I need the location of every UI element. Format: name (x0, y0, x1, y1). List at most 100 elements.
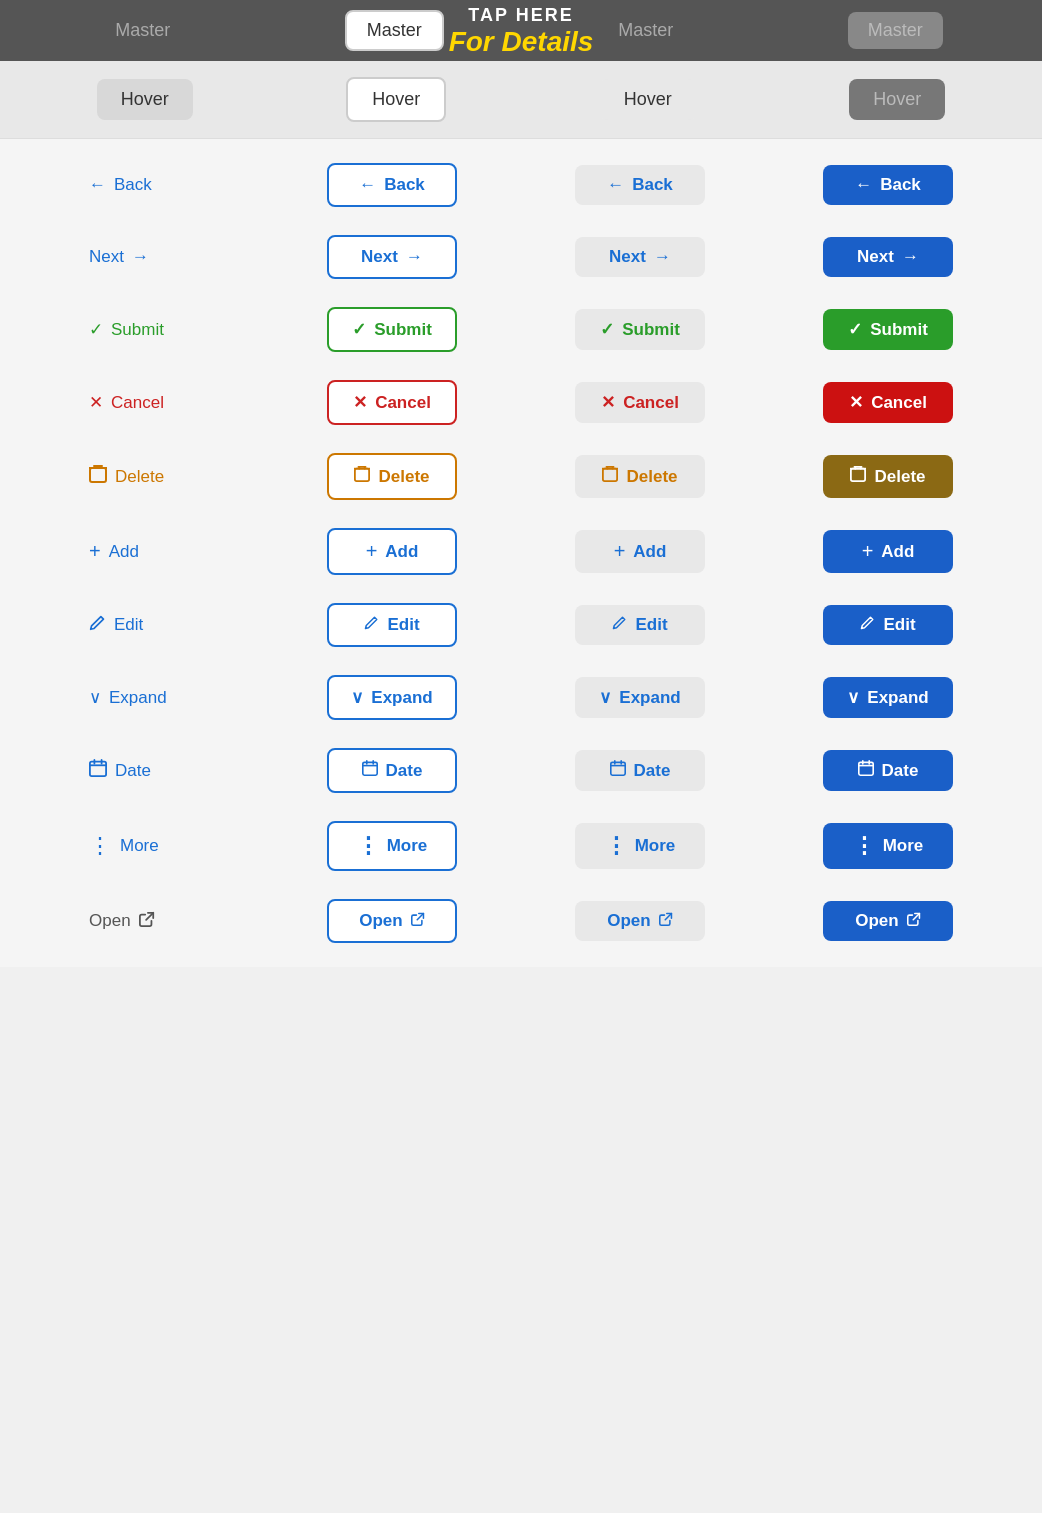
submit-check-icon-gray: ✓ (600, 319, 614, 340)
expand-gray-btn[interactable]: ∨ Expand (575, 677, 705, 718)
for-details-text: For Details (449, 26, 594, 58)
svg-rect-32 (858, 762, 872, 775)
edit-filled-btn[interactable]: Edit (823, 605, 953, 645)
submit-check-icon-outline: ✓ (352, 319, 366, 340)
edit-pencil-icon-filled (860, 615, 875, 635)
master-plain-3: Master (602, 12, 689, 49)
open-external-icon-filled (907, 911, 921, 931)
hover-gray[interactable]: Hover (600, 79, 696, 120)
back-arrow-icon-outline: ← (359, 175, 376, 195)
delete-filled-btn[interactable]: Delete (823, 455, 953, 498)
expand-chevron-icon-gray: ∨ (599, 687, 611, 708)
delete-trash-icon-filled (850, 465, 866, 488)
expand-plain: ∨ Expand (89, 677, 209, 718)
open-external-icon-outline (411, 911, 425, 931)
cancel-x-icon-plain: ✕ (89, 392, 103, 413)
date-outline-btn[interactable]: Date (327, 748, 457, 793)
back-arrow-icon-filled: ← (855, 175, 872, 195)
add-plus-icon-plain: + (89, 540, 101, 563)
master-outline-2[interactable]: Master (345, 10, 444, 51)
more-filled-btn[interactable]: ⋮ More (823, 823, 953, 869)
cancel-filled-btn[interactable]: ✕ Cancel (823, 382, 953, 423)
add-outline-btn[interactable]: + Add (327, 528, 457, 575)
svg-rect-28 (610, 762, 624, 775)
expand-outline-btn[interactable]: ∨ Expand (327, 675, 457, 720)
delete-trash-icon-gray (602, 465, 618, 488)
add-gray-btn[interactable]: + Add (575, 530, 705, 573)
cancel-gray-btn[interactable]: ✕ Cancel (575, 382, 705, 423)
more-gray-btn[interactable]: ⋮ More (575, 823, 705, 869)
next-gray-btn[interactable]: Next → (575, 237, 705, 277)
back-outline-btn[interactable]: ← Back (327, 163, 457, 207)
hover-plain[interactable]: Hover (97, 79, 193, 120)
tap-here-text: TAP HERE (449, 5, 594, 26)
cancel-outline-btn[interactable]: ✕ Cancel (327, 380, 457, 425)
back-filled-btn[interactable]: ← Back (823, 165, 953, 205)
open-outline-btn[interactable]: Open (327, 899, 457, 943)
add-plain: + Add (89, 530, 209, 573)
more-outline-btn[interactable]: ⋮ More (327, 821, 457, 871)
master-filled-4[interactable]: Master (848, 12, 943, 49)
date-filled-btn[interactable]: Date (823, 750, 953, 791)
back-arrow-icon-gray: ← (607, 175, 624, 195)
date-gray-btn[interactable]: Date (575, 750, 705, 791)
add-plus-icon-gray: + (614, 540, 626, 563)
hover-row: Hover Hover Hover Hover (0, 61, 1042, 139)
submit-check-icon-filled: ✓ (848, 319, 862, 340)
date-calendar-icon-filled (858, 760, 874, 781)
date-calendar-icon-outline (362, 760, 378, 781)
delete-trash-icon-plain (89, 464, 107, 489)
svg-rect-10 (603, 469, 617, 481)
delete-plain: Delete (89, 454, 209, 499)
cancel-x-icon-gray: ✕ (601, 392, 615, 413)
cancel-row: ✕ Cancel ✕ Cancel ✕ Cancel ✕ Cancel (30, 366, 1012, 439)
next-arrow-icon-plain: → (132, 247, 149, 267)
next-filled-btn[interactable]: Next → (823, 237, 953, 277)
submit-gray-btn[interactable]: ✓ Submit (575, 309, 705, 350)
submit-filled-btn[interactable]: ✓ Submit (823, 309, 953, 350)
edit-pencil-icon-outline (364, 615, 379, 635)
add-filled-btn[interactable]: + Add (823, 530, 953, 573)
delete-gray-btn[interactable]: Delete (575, 455, 705, 498)
submit-row: ✓ Submit ✓ Submit ✓ Submit ✓ Submit (30, 293, 1012, 366)
edit-pencil-icon-gray (612, 615, 627, 635)
expand-chevron-icon-plain: ∨ (89, 687, 101, 708)
open-external-icon-gray (659, 911, 673, 931)
next-plain: Next → (89, 237, 209, 277)
submit-outline-btn[interactable]: ✓ Submit (327, 307, 457, 352)
more-dots-icon-outline: ⋮ (357, 833, 379, 859)
expand-filled-btn[interactable]: ∨ Expand (823, 677, 953, 718)
hover-outline[interactable]: Hover (346, 77, 446, 122)
tap-overlay: TAP HERE For Details (449, 5, 594, 58)
delete-outline-btn[interactable]: Delete (327, 453, 457, 500)
back-arrow-icon-plain: ← (89, 175, 106, 195)
edit-pencil-icon-plain (89, 614, 106, 636)
svg-rect-24 (362, 762, 376, 775)
back-gray-btn[interactable]: ← Back (575, 165, 705, 205)
date-plain: Date (89, 749, 209, 792)
open-filled-btn[interactable]: Open (823, 901, 953, 941)
add-plus-icon-outline: + (366, 540, 378, 563)
more-row: ⋮ More ⋮ More ⋮ More ⋮ More (30, 807, 1012, 885)
open-gray-btn[interactable]: Open (575, 901, 705, 941)
delete-row: Delete Delete (30, 439, 1012, 514)
expand-row: ∨ Expand ∨ Expand ∨ Expand ∨ Expand (30, 661, 1012, 734)
edit-gray-btn[interactable]: Edit (575, 605, 705, 645)
edit-row: Edit Edit Edit Edit (30, 589, 1012, 661)
next-arrow-icon-outline: → (406, 247, 423, 267)
back-plain: ← Back (89, 165, 209, 205)
cancel-plain: ✕ Cancel (89, 382, 209, 423)
date-calendar-icon-plain (89, 759, 107, 782)
add-plus-icon-filled: + (862, 540, 874, 563)
delete-trash-icon-outline (354, 465, 370, 488)
more-plain: ⋮ More (89, 823, 209, 869)
submit-plain: ✓ Submit (89, 309, 209, 350)
date-calendar-icon-gray (610, 760, 626, 781)
cancel-x-icon-outline: ✕ (353, 392, 367, 413)
top-bar: Master Master TAP HERE For Details Maste… (0, 0, 1042, 61)
hover-filled-dark[interactable]: Hover (849, 79, 945, 120)
more-dots-icon-filled: ⋮ (853, 833, 875, 859)
next-outline-btn[interactable]: Next → (327, 235, 457, 279)
submit-check-icon-plain: ✓ (89, 319, 103, 340)
edit-outline-btn[interactable]: Edit (327, 603, 457, 647)
